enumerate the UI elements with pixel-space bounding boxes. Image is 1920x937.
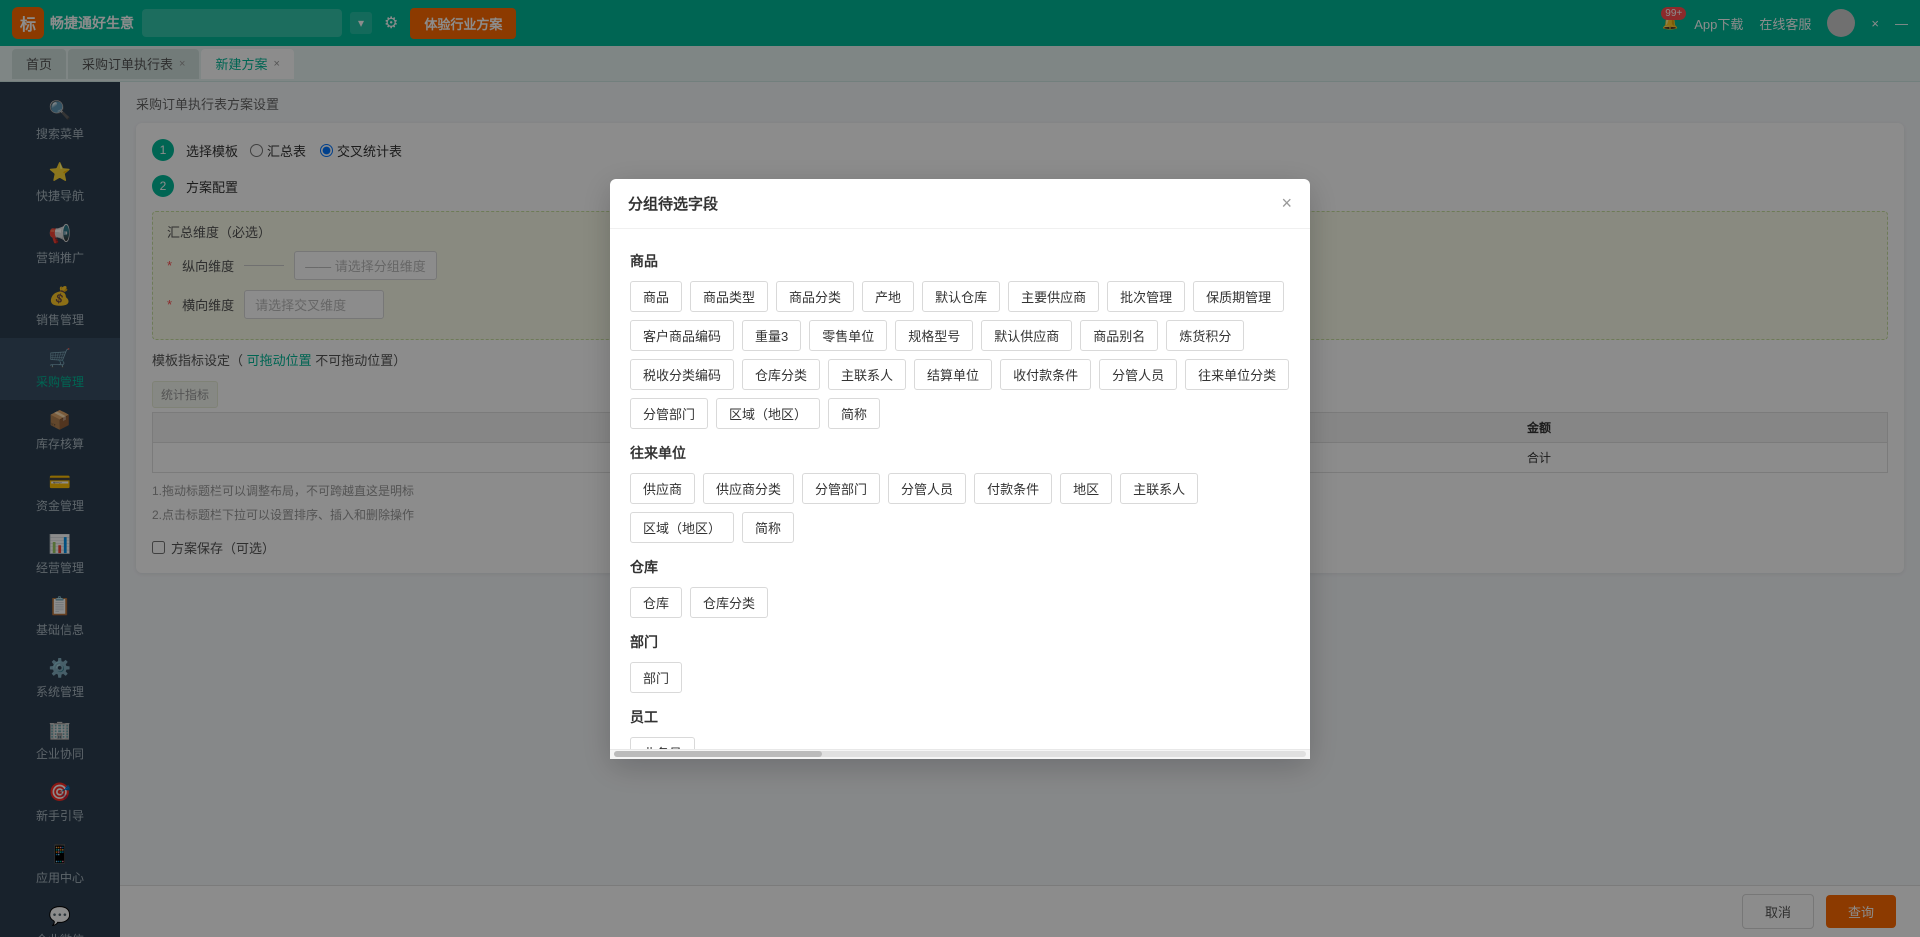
- field-tag[interactable]: 主联系人: [828, 359, 906, 390]
- field-tag[interactable]: 区域（地区）: [716, 398, 820, 429]
- modal-close-btn[interactable]: ×: [1281, 193, 1292, 214]
- section-title-往来单位: 往来单位: [630, 443, 1290, 463]
- modal-header: 分组待选字段 ×: [610, 179, 1310, 229]
- section-title-商品: 商品: [630, 251, 1290, 271]
- field-tags-员工: 业务员: [630, 737, 1290, 749]
- field-tag[interactable]: 分管部门: [802, 473, 880, 504]
- field-tag[interactable]: 分管人员: [1099, 359, 1177, 390]
- field-tag[interactable]: 业务员: [630, 737, 695, 749]
- section-title-仓库: 仓库: [630, 557, 1290, 577]
- hscroll-track: [614, 751, 1306, 757]
- field-tag[interactable]: 税收分类编码: [630, 359, 734, 390]
- modal-title: 分组待选字段: [628, 193, 718, 214]
- field-tags-往来单位: 供应商供应商分类分管部门分管人员付款条件地区主联系人区域（地区） 简称: [630, 473, 1290, 543]
- field-tag[interactable]: 零售单位: [809, 320, 887, 351]
- field-tag[interactable]: 炼货积分: [1166, 320, 1244, 351]
- field-tag[interactable]: 供应商分类: [703, 473, 794, 504]
- field-tag[interactable]: 分管部门: [630, 398, 708, 429]
- field-tag[interactable]: 默认供应商: [981, 320, 1072, 351]
- field-tag[interactable]: 简称: [742, 512, 794, 543]
- modal-hscroll: [610, 749, 1310, 759]
- field-tag[interactable]: 仓库: [630, 587, 682, 618]
- field-tag[interactable]: 产地: [862, 281, 914, 312]
- field-tag[interactable]: 区域（地区）: [630, 512, 734, 543]
- field-tag[interactable]: 主联系人: [1120, 473, 1198, 504]
- section-title-员工: 员工: [630, 707, 1290, 727]
- field-tag[interactable]: 仓库分类: [690, 587, 768, 618]
- hscroll-thumb: [614, 751, 822, 757]
- field-tag[interactable]: 商品: [630, 281, 682, 312]
- field-tag[interactable]: 默认仓库: [922, 281, 1000, 312]
- modal-body: 商品商品商品类型商品分类产地默认仓库主要供应商批次管理保质期管理客户商品编码重量…: [610, 229, 1310, 749]
- field-tag[interactable]: 收付款条件: [1000, 359, 1091, 390]
- field-tag[interactable]: 仓库分类: [742, 359, 820, 390]
- modal-overlay: 分组待选字段 × 商品商品商品类型商品分类产地默认仓库主要供应商批次管理保质期管…: [0, 0, 1920, 937]
- field-tag[interactable]: 商品类型: [690, 281, 768, 312]
- section-title-部门: 部门: [630, 632, 1290, 652]
- field-tag[interactable]: 分管人员: [888, 473, 966, 504]
- field-tags-仓库: 仓库仓库分类: [630, 587, 1290, 618]
- modal: 分组待选字段 × 商品商品商品类型商品分类产地默认仓库主要供应商批次管理保质期管…: [610, 179, 1310, 759]
- field-tag[interactable]: 规格型号: [895, 320, 973, 351]
- field-tag[interactable]: 结算单位: [914, 359, 992, 390]
- field-tag[interactable]: 供应商: [630, 473, 695, 504]
- field-tag[interactable]: 简称: [828, 398, 880, 429]
- field-tag[interactable]: 批次管理: [1107, 281, 1185, 312]
- field-tag[interactable]: 客户商品编码: [630, 320, 734, 351]
- field-tag[interactable]: 商品分类: [776, 281, 854, 312]
- field-tag[interactable]: 主要供应商: [1008, 281, 1099, 312]
- field-tag[interactable]: 商品别名: [1080, 320, 1158, 351]
- field-tag[interactable]: 往来单位分类: [1185, 359, 1289, 390]
- field-tag[interactable]: 重量3: [742, 320, 801, 351]
- field-tag[interactable]: 付款条件: [974, 473, 1052, 504]
- field-tags-部门: 部门: [630, 662, 1290, 693]
- field-tag[interactable]: 部门: [630, 662, 682, 693]
- field-tag[interactable]: 保质期管理: [1193, 281, 1284, 312]
- field-tags-商品: 商品商品类型商品分类产地默认仓库主要供应商批次管理保质期管理客户商品编码重量3 零…: [630, 281, 1290, 429]
- field-tag[interactable]: 地区: [1060, 473, 1112, 504]
